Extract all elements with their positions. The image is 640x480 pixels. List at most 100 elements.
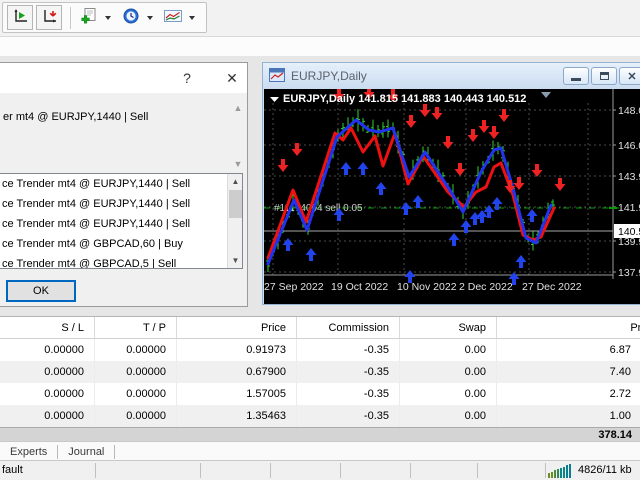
alert-list-item[interactable]: ce Trender mt4 @ GBPCAD,5 | Sell xyxy=(0,254,242,268)
dialog-titlebar[interactable]: ? ✕ xyxy=(0,63,247,93)
tab-experts[interactable]: Experts xyxy=(0,446,57,458)
template-icon xyxy=(163,8,183,27)
scrollbar-down-icon[interactable]: ▼ xyxy=(228,253,242,268)
status-divider xyxy=(200,463,201,478)
dialog-help-button[interactable]: ? xyxy=(177,69,197,87)
table-cell: 7.40 xyxy=(497,361,640,383)
table-header-row: S / LT / PPriceCommissionSwapProfit xyxy=(0,317,640,339)
chevron-down-icon xyxy=(105,15,111,20)
periods-button[interactable] xyxy=(118,5,144,30)
table-cell: 1.57005 xyxy=(177,383,297,405)
chart-shift-button[interactable] xyxy=(7,5,33,30)
column-header[interactable]: Swap xyxy=(400,317,497,338)
status-divider xyxy=(477,463,478,478)
table-cell: 0.00 xyxy=(400,339,497,361)
x-axis-label: 27 Sep 2022 xyxy=(264,281,324,293)
table-cell: 6.87 xyxy=(497,339,640,361)
mt4-application: EURJPY,Daily ✕ #11174094 sell 0.05 EURJPY… xyxy=(0,0,640,480)
chevron-down-icon xyxy=(189,15,195,20)
traffic-label: 4826/11 kb xyxy=(578,464,632,476)
toolbar-separator xyxy=(70,6,71,29)
y-axis-label: 146.0 xyxy=(618,140,640,152)
toolbar xyxy=(0,0,640,36)
chart-canvas[interactable]: #11174094 sell 0.05 EURJPY,Daily 141.815 … xyxy=(264,86,640,304)
table-cell: 0.00000 xyxy=(95,361,177,383)
templates-dropdown[interactable] xyxy=(186,5,198,30)
tab-separator xyxy=(114,444,116,459)
scrollbar-up-icon[interactable]: ▲ xyxy=(228,174,242,189)
table-cell: 1.35463 xyxy=(177,405,297,427)
chart-window-icon xyxy=(269,67,285,85)
new-chart-dropdown[interactable] xyxy=(102,5,114,30)
table-row[interactable]: 0.00000 0.00000 1.35463 -0.35 0.00 1.00 xyxy=(0,405,640,427)
alert-dialog[interactable]: ? ✕ er mt4 @ EURJPY,1440 | Sell ▲ ▼ ce T… xyxy=(0,62,248,307)
alert-list-item[interactable]: ce Trender mt4 @ GBPCAD,60 | Buy xyxy=(0,234,242,254)
sell-arrow-icon xyxy=(442,136,454,149)
chart-shift-icon xyxy=(12,8,29,28)
buy-arrow-icon xyxy=(340,162,352,175)
column-header[interactable]: Price xyxy=(177,317,297,338)
restore-icon xyxy=(599,72,609,80)
symbol-dropdown-icon xyxy=(270,97,279,102)
dialog-close-button[interactable]: ✕ xyxy=(222,69,242,87)
slow-trend-line xyxy=(266,118,553,266)
alert-list-item[interactable]: ce Trender mt4 @ EURJPY,1440 | Sell xyxy=(0,194,242,214)
sell-arrow-icon xyxy=(554,178,566,191)
buy-arrow-icon xyxy=(282,238,294,251)
status-divider xyxy=(340,463,341,478)
table-cell: -0.35 xyxy=(297,405,400,427)
buy-arrow-icon xyxy=(305,248,317,261)
scrollbar-thumb[interactable] xyxy=(229,190,242,218)
message-scrollbar[interactable]: ▲ ▼ xyxy=(232,103,244,169)
column-header[interactable]: Profit xyxy=(497,317,640,338)
minimize-icon xyxy=(571,77,581,81)
table-cell: 0.00 xyxy=(400,361,497,383)
window-minimize-button[interactable] xyxy=(563,67,589,85)
column-header[interactable]: T / P xyxy=(95,317,177,338)
chart-window-title: EURJPY,Daily xyxy=(291,69,367,83)
chart-window-titlebar[interactable]: EURJPY,Daily ✕ xyxy=(263,63,640,89)
sell-arrow-icon xyxy=(531,164,543,177)
alert-list-item[interactable]: ce Trender mt4 @ EURJPY,1440 | Sell xyxy=(0,174,242,194)
templates-button[interactable] xyxy=(160,5,186,30)
table-cell: 0.00 xyxy=(400,405,497,427)
new-chart-button[interactable] xyxy=(76,5,102,30)
alerts-listbox[interactable]: ce Trender mt4 @ EURJPY,1440 | Sell ce Tr… xyxy=(0,173,243,269)
ok-button[interactable]: OK xyxy=(6,280,76,302)
alert-message: er mt4 @ EURJPY,1440 | Sell xyxy=(3,111,149,123)
scroll-down-icon[interactable]: ▼ xyxy=(232,159,244,169)
column-header[interactable]: S / L xyxy=(0,317,95,338)
alert-list-item[interactable]: ce Trender mt4 @ EURJPY,1440 | Sell xyxy=(0,214,242,234)
listbox-scrollbar[interactable]: ▲ ▼ xyxy=(227,174,242,268)
status-divider xyxy=(95,463,96,478)
buy-arrow-icon xyxy=(412,195,424,208)
table-cell: 0.00000 xyxy=(95,405,177,427)
auto-scroll-button[interactable] xyxy=(36,5,62,30)
x-axis-label: 10 Nov 2022 xyxy=(397,281,457,293)
chart-window[interactable]: EURJPY,Daily ✕ #11174094 sell 0.05 EURJPY… xyxy=(262,62,640,305)
table-cell: -0.35 xyxy=(297,339,400,361)
connection-status-icon xyxy=(548,463,571,478)
x-axis-label: 2 Dec 2022 xyxy=(459,281,513,293)
x-axis-label: 19 Oct 2022 xyxy=(331,281,388,293)
sell-arrow-icon xyxy=(498,109,510,122)
close-icon: ✕ xyxy=(627,70,637,83)
tab-journal[interactable]: Journal xyxy=(58,446,114,458)
table-row[interactable]: 0.00000 0.00000 0.67900 -0.35 0.00 7.40 xyxy=(0,361,640,383)
y-axis-label: 148.0 xyxy=(618,105,640,117)
column-header[interactable]: Commission xyxy=(297,317,400,338)
window-close-button[interactable]: ✕ xyxy=(619,67,640,85)
price-chart: #11174094 sell 0.05EURJPY,Daily 141.815 … xyxy=(264,86,640,293)
window-restore-button[interactable] xyxy=(591,67,617,85)
toolbar-lower-strip xyxy=(0,36,640,56)
table-row[interactable]: 0.00000 0.00000 0.91973 -0.35 0.00 6.87 xyxy=(0,339,640,361)
buy-arrow-icon xyxy=(357,162,369,175)
buy-arrow-icon xyxy=(400,202,412,215)
buy-arrow-icon xyxy=(515,255,527,268)
status-divider xyxy=(410,463,411,478)
table-row[interactable]: 0.00000 0.00000 1.57005 -0.35 0.00 2.72 xyxy=(0,383,640,405)
sell-arrow-icon xyxy=(431,107,443,120)
scroll-up-icon[interactable]: ▲ xyxy=(232,103,244,113)
periods-dropdown[interactable] xyxy=(144,5,156,30)
sell-arrow-icon xyxy=(419,104,431,117)
